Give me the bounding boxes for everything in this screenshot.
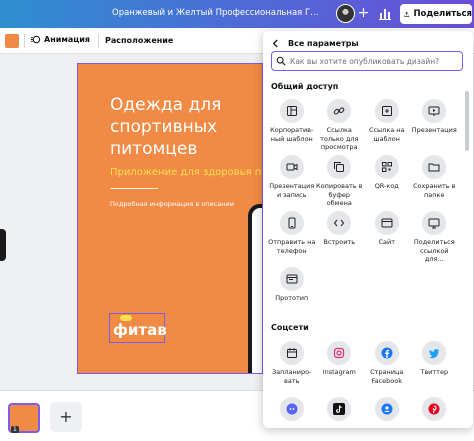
position-button[interactable]: Расположение [105, 36, 173, 45]
share-option-facebook-group[interactable] [363, 397, 411, 428]
share-option-template-link[interactable]: Ссылка на шаблон [363, 99, 411, 155]
link-icon [327, 99, 352, 123]
toolbar-divider [98, 34, 99, 48]
logo-selection[interactable]: фитав [109, 313, 167, 343]
qr-code-icon [374, 155, 399, 179]
animation-icon [30, 35, 41, 44]
design-info-text[interactable]: Подробная информация в описании [110, 200, 234, 208]
pinterest-icon [422, 397, 447, 421]
share-option-label: Отправить на телефон [268, 238, 316, 255]
share-option-link[interactable]: Ссылка только для просмотра [316, 99, 364, 155]
share-option-label: Ссылка только для просмотра [320, 126, 359, 151]
share-option-share-link[interactable]: Поделиться ссылкой для... [411, 211, 459, 267]
design-subtitle[interactable]: Приложение для здоровья пи [110, 167, 262, 178]
share-option-label: Твиттер [420, 368, 449, 376]
share-option-qr-code[interactable]: QR-код [363, 155, 411, 211]
share-option-embed[interactable]: Встроить [316, 211, 364, 267]
share-option-copy[interactable]: Копировать в буфер обмена [316, 155, 364, 211]
facebook-icon [374, 341, 399, 365]
share-option-prototype[interactable]: Прототип [268, 267, 316, 323]
animation-label: Анимация [44, 35, 90, 44]
share-option-label: Сайт [378, 238, 396, 246]
share-option-pinterest[interactable] [411, 397, 459, 428]
social-grid: Запланиро­вать Instagram Страница Facebook… [268, 341, 458, 428]
share-option-label: Instagram [322, 368, 356, 376]
share-option-folder[interactable]: Сохранить в папке [411, 155, 459, 211]
logo-text: фитав [113, 321, 167, 339]
share-option-instagram[interactable]: Instagram [316, 341, 364, 397]
website-icon [374, 211, 399, 235]
embed-icon [327, 211, 352, 235]
calendar-icon [279, 341, 304, 365]
design-divider [110, 188, 158, 189]
avatar[interactable] [336, 4, 355, 23]
back-arrow-icon [272, 38, 278, 48]
design-title[interactable]: Одежда для спортивных питомцев [110, 94, 262, 160]
upload-icon [404, 11, 410, 17]
search-icon [276, 56, 286, 66]
share-option-label: Поделиться ссылкой для... [413, 238, 455, 263]
insights-button[interactable] [376, 5, 394, 23]
share-option-tiktok[interactable] [316, 397, 364, 428]
share-link-icon [422, 211, 447, 235]
phone-mockup[interactable] [248, 204, 262, 373]
instagram-icon [327, 341, 352, 365]
share-option-template[interactable]: Корпоратив­ный шаблон [268, 99, 316, 155]
share-button[interactable]: Поделиться [400, 4, 472, 24]
share-option-label: Презентация [411, 126, 457, 134]
folder-icon [422, 155, 447, 179]
back-to-all-options[interactable]: Все параметры [271, 35, 359, 51]
toolbar-divider [24, 34, 25, 48]
share-option-phone[interactable]: Отправить на телефон [268, 211, 316, 267]
share-panel: Все параметры Общий доступ Корпоратив­ны… [263, 31, 473, 428]
bar-chart-icon [379, 9, 391, 20]
add-collaborator-button[interactable]: + [356, 6, 371, 21]
share-option-label: Встроить [323, 238, 356, 246]
top-bar: Оранжевый и Желтый Профессиональная Град… [0, 0, 474, 28]
share-option-label: QR-код [374, 182, 399, 190]
side-panel-toggle[interactable] [0, 229, 6, 261]
share-option-label: Презентация и запись [269, 182, 315, 199]
sharing-grid: Корпоратив­ный шаблон Ссылка только для п… [268, 99, 458, 323]
share-button-label: Поделиться [413, 9, 472, 19]
share-option-facebook[interactable]: Страница Facebook [363, 341, 411, 397]
facebook-group-icon [374, 397, 399, 421]
share-option-label: Запланиро­вать [272, 368, 312, 385]
template-link-icon [374, 99, 399, 123]
share-option-discord[interactable] [268, 397, 316, 428]
share-search[interactable] [271, 51, 463, 71]
presentation-icon [422, 99, 447, 123]
animation-button[interactable]: Анимация [30, 34, 90, 45]
share-option-website[interactable]: Сайт [363, 211, 411, 267]
search-input[interactable] [290, 56, 450, 66]
section-title-sharing: Общий доступ [271, 82, 339, 91]
share-option-label: Сохранить в папке [413, 182, 456, 199]
share-option-label: Корпоратив­ный шаблон [270, 126, 314, 143]
section-title-social: Соцсети [271, 323, 309, 332]
add-page-button[interactable]: + [50, 402, 82, 432]
discord-icon [279, 397, 304, 421]
share-option-label: Страница Facebook [370, 368, 404, 385]
share-option-label: Копировать в буфер обмена [316, 182, 363, 207]
page-number: 1 [11, 426, 19, 433]
phone-icon [279, 211, 304, 235]
copy-icon [327, 155, 352, 179]
panel-scrollbar[interactable] [465, 91, 469, 151]
twitter-icon [422, 341, 447, 365]
panel-title: Все параметры [288, 38, 359, 48]
share-option-twitter[interactable]: Твиттер [411, 341, 459, 397]
template-icon [279, 99, 304, 123]
tiktok-icon [327, 397, 352, 421]
share-option-presentation[interactable]: Презентация [411, 99, 459, 155]
share-option-label: Прототип [275, 294, 309, 302]
share-option-camera[interactable]: Презентация и запись [268, 155, 316, 211]
camera-icon [279, 155, 304, 179]
document-title[interactable]: Оранжевый и Желтый Профессиональная Град… [112, 8, 322, 18]
design-page[interactable]: Одежда для спортивных питомцев Приложени… [77, 63, 263, 374]
prototype-icon [279, 267, 304, 291]
share-option-label: Ссылка на шаблон [368, 126, 405, 143]
share-option-calendar[interactable]: Запланиро­вать [268, 341, 316, 397]
background-color-swatch[interactable] [5, 34, 19, 48]
